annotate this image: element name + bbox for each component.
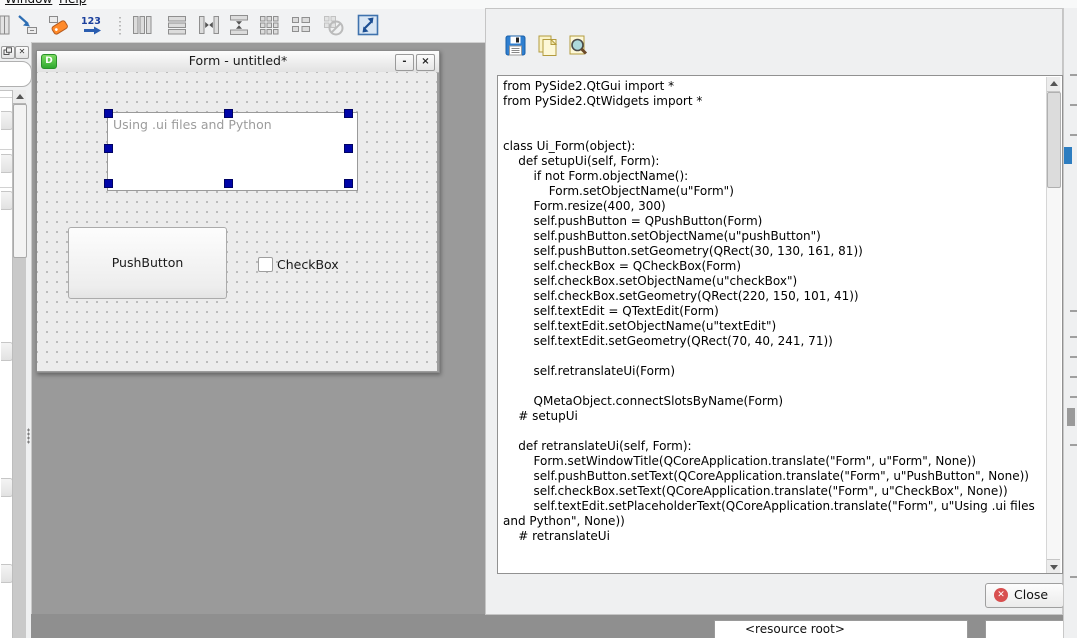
copy-icon[interactable] [535,33,560,58]
panel-splitter-handle[interactable] [27,428,30,444]
pushbutton-widget[interactable]: PushButton [68,227,227,299]
toolbar-separator [119,17,121,35]
sliver-selected-row [1064,147,1072,164]
widget-box-panel: ✕ [0,42,32,638]
edit-widgets-icon[interactable] [0,12,12,38]
edit-tab-order-icon[interactable]: 123 [78,12,104,38]
selection-handle-se[interactable] [344,179,353,188]
selection-handle-e[interactable] [344,144,353,153]
menu-item-window[interactable]: Window [5,0,52,6]
close-x-icon: ✕ [994,588,1008,602]
form-close-button[interactable]: × [416,54,435,71]
form-canvas[interactable]: Using .ui files and Python PushButton Ch… [37,72,437,371]
layout-horizontal-splitter-icon[interactable] [196,12,222,38]
break-layout-icon[interactable] [320,12,346,38]
code-scrollbar[interactable] [1046,77,1061,574]
svg-text:123: 123 [81,16,101,27]
widget-filter-input[interactable] [0,61,32,87]
scroll-up-icon[interactable] [1047,77,1060,92]
form-editor-window: D Form - untitled* - × Using .ui files a… [36,50,440,373]
selection-handle-ne[interactable] [344,109,353,118]
widget-box-scrollbar[interactable] [12,90,26,638]
layout-grid-icon[interactable] [256,12,282,38]
adjust-size-icon[interactable] [355,12,381,38]
scroll-down-icon[interactable] [1047,559,1060,574]
form-toolbar: 123 [0,9,486,43]
layout-form-icon[interactable] [288,12,314,38]
find-icon[interactable] [565,33,590,58]
qt-designer-window: Window Help 123 [0,0,1077,638]
selection-handle-s[interactable] [224,179,233,188]
form-window-titlebar[interactable]: D Form - untitled* - × [37,51,439,73]
panel-close-icon[interactable]: ✕ [15,46,29,59]
checkbox-indicator[interactable] [258,257,273,272]
selection-handle-nw[interactable] [104,109,113,118]
scrollbar-thumb[interactable] [1047,92,1061,188]
layout-vertically-icon[interactable] [164,12,190,38]
selection-handle-sw[interactable] [104,179,113,188]
menu-item-help[interactable]: Help [59,0,86,6]
selection-handle-w[interactable] [104,144,113,153]
view-python-code-dialog: from PySide2.QtGui import * from PySide2… [485,8,1063,615]
resource-preview-pane [985,620,1065,638]
close-button[interactable]: ✕ Close [985,583,1064,608]
checkbox-label: CheckBox [277,257,339,272]
generated-python-code[interactable]: from PySide2.QtGui import * from PySide2… [498,76,1062,544]
edit-buddies-icon[interactable] [46,12,72,38]
scrollbar-thumb[interactable] [13,104,27,258]
save-icon[interactable] [503,33,528,58]
form-minimize-button[interactable]: - [395,54,414,71]
resource-root-item[interactable]: <resource root> [714,620,968,638]
selection-handle-n[interactable] [224,109,233,118]
widget-box-list[interactable] [0,90,12,638]
right-dock-panel-sliver [1063,8,1077,638]
edit-signals-slots-icon[interactable] [14,12,40,38]
layout-vertical-splitter-icon[interactable] [226,12,252,38]
panel-float-icon[interactable] [1,46,15,59]
layout-horizontally-icon[interactable] [129,12,155,38]
scroll-up-icon[interactable] [13,90,26,104]
form-window-title: Form - untitled* [37,53,439,68]
code-text-area[interactable]: from PySide2.QtGui import * from PySide2… [497,75,1063,574]
